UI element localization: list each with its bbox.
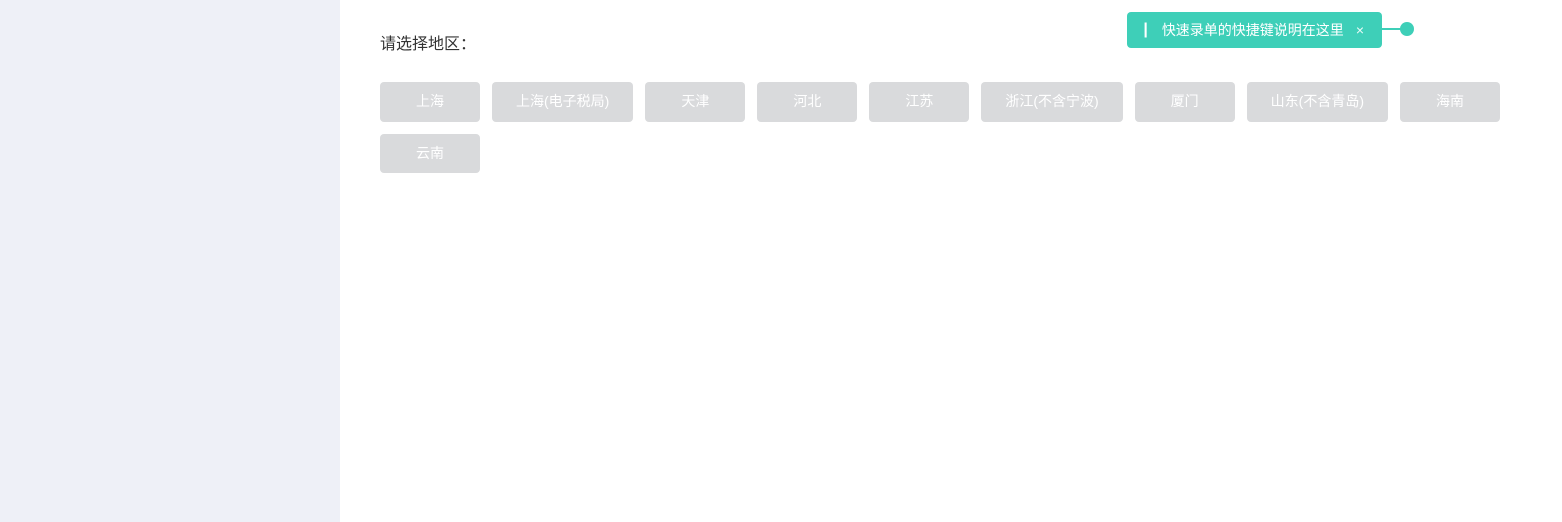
region-button-5[interactable]: 浙江(不含宁波) <box>981 82 1122 122</box>
region-button-8[interactable]: 海南 <box>1400 82 1500 122</box>
tooltip-dot <box>1400 22 1414 36</box>
region-button-1[interactable]: 上海(电子税局) <box>492 82 633 122</box>
region-button-4[interactable]: 江苏 <box>869 82 969 122</box>
main-content: 请选择地区： 上海上海(电子税局)天津河北江苏浙江(不含宁波)厦门山东(不含青岛… <box>340 0 1562 522</box>
tooltip-text: 快速录单的快捷键说明在这里 <box>1162 20 1344 40</box>
tooltip-banner: 快速录单的快捷键说明在这里 × <box>1127 12 1382 48</box>
tooltip-close-button[interactable]: × <box>1354 22 1366 38</box>
region-button-6[interactable]: 厦门 <box>1135 82 1235 122</box>
region-button-7[interactable]: 山东(不含青岛) <box>1247 82 1388 122</box>
region-button-3[interactable]: 河北 <box>757 82 857 122</box>
left-sidebar <box>0 0 340 522</box>
region-button-0[interactable]: 上海 <box>380 82 480 122</box>
region-buttons: 上海上海(电子税局) 天津河北江苏浙江(不含宁波) 厦门山东(不含青岛) 海南云南 <box>380 82 1522 173</box>
region-button-2[interactable]: 天津 <box>645 82 745 122</box>
region-button-9[interactable]: 云南 <box>380 134 480 174</box>
